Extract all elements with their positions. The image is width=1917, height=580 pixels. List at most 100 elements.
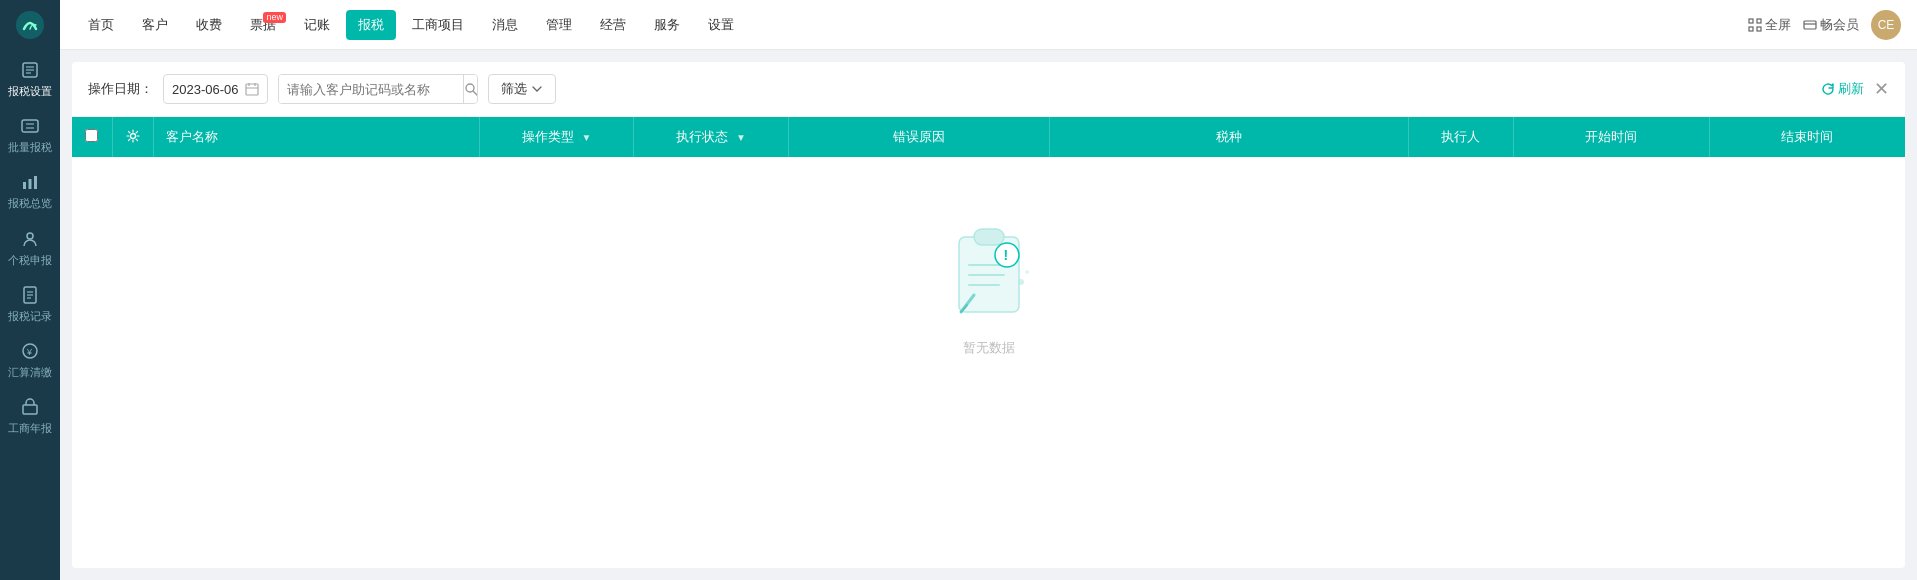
nav-item-settings[interactable]: 设置: [696, 10, 746, 40]
table-header-row: 客户名称 操作类型 ▼ 执行状态 ▼ 错误原因: [72, 117, 1905, 157]
svg-point-0: [16, 11, 44, 39]
date-label: 操作日期：: [88, 80, 153, 98]
nav-items: 首页 客户 收费 票据 new 记账 报税 工商项目 消息 管理 经营 服务 设…: [76, 10, 1748, 40]
filter-button[interactable]: 筛选: [488, 74, 556, 104]
refresh-button[interactable]: 刷新: [1821, 80, 1864, 98]
main-area: 首页 客户 收费 票据 new 记账 报税 工商项目 消息 管理 经营 服务 设…: [60, 0, 1917, 580]
nav-item-home[interactable]: 首页: [76, 10, 126, 40]
sidebar-item-tax-settings[interactable]: 报税设置: [0, 50, 60, 106]
svg-rect-21: [1749, 27, 1753, 31]
th-checkbox[interactable]: [72, 117, 112, 157]
nav-item-accounts[interactable]: 记账: [292, 10, 342, 40]
svg-point-42: [1025, 270, 1029, 274]
sidebar-item-annual-report-label: 工商年报: [8, 422, 52, 435]
search-wrap: [278, 74, 478, 104]
refresh-icon: [1821, 82, 1835, 96]
settings-icon: [125, 128, 141, 144]
nav-item-billing[interactable]: 收费: [184, 10, 234, 40]
refresh-label: 刷新: [1838, 80, 1864, 98]
nav-item-operations[interactable]: 经营: [588, 10, 638, 40]
tax-overview-icon: [18, 170, 42, 194]
search-input[interactable]: [279, 75, 463, 103]
svg-rect-20: [1757, 19, 1761, 23]
sidebar-item-tax-overview[interactable]: 报税总览: [0, 162, 60, 218]
topnav-right: 全屏 畅会员 CE: [1748, 10, 1901, 40]
nav-item-business[interactable]: 工商项目: [400, 10, 476, 40]
th-tax-type: 税种: [1049, 117, 1408, 157]
invoice-badge: new: [263, 12, 286, 23]
content-panel: 操作日期： 2023-06-06: [72, 62, 1905, 568]
table-wrap: 客户名称 操作类型 ▼ 执行状态 ▼ 错误原因: [72, 117, 1905, 568]
content: 操作日期： 2023-06-06: [60, 50, 1917, 580]
sidebar-item-tax-overview-label: 报税总览: [8, 197, 52, 210]
empty-text: 暂无数据: [963, 339, 1015, 357]
sidebar-item-tax-settings-label: 报税设置: [8, 85, 52, 98]
nav-item-services[interactable]: 服务: [642, 10, 692, 40]
close-button[interactable]: ✕: [1874, 80, 1889, 98]
topnav: 首页 客户 收费 票据 new 记账 报税 工商项目 消息 管理 经营 服务 设…: [60, 0, 1917, 50]
th-settings[interactable]: [112, 117, 153, 157]
svg-rect-9: [29, 179, 32, 189]
th-end-time: 结束时间: [1709, 117, 1905, 157]
svg-rect-8: [23, 182, 26, 189]
search-icon: [464, 82, 478, 96]
user-avatar[interactable]: CE: [1871, 10, 1901, 40]
tax-settings-icon: [18, 58, 42, 82]
th-error-reason: 错误原因: [788, 117, 1049, 157]
sidebar-item-personal-tax[interactable]: 个税申报: [0, 219, 60, 275]
fullscreen-label: 全屏: [1765, 16, 1791, 34]
member-btn[interactable]: 畅会员: [1803, 16, 1859, 34]
svg-text:!: !: [1003, 247, 1008, 263]
sidebar-logo: [0, 0, 60, 50]
th-exec-status[interactable]: 执行状态 ▼: [634, 117, 788, 157]
nav-item-tax[interactable]: 报税: [346, 10, 396, 40]
empty-illustration: !: [939, 217, 1039, 327]
svg-rect-10: [34, 176, 37, 189]
chevron-down-icon: [531, 83, 543, 95]
sidebar-item-personal-tax-label: 个税申报: [8, 254, 52, 267]
fullscreen-btn[interactable]: 全屏: [1748, 16, 1791, 34]
svg-text:¥: ¥: [26, 347, 33, 357]
sidebar: 报税设置 批量报税 报税总览 个税申报: [0, 0, 60, 580]
sidebar-item-annual-report[interactable]: 工商年报: [0, 387, 60, 443]
nav-item-messages[interactable]: 消息: [480, 10, 530, 40]
sidebar-item-batch-tax-label: 批量报税: [8, 141, 52, 154]
search-button[interactable]: [463, 75, 478, 103]
svg-point-41: [1018, 279, 1024, 285]
select-all-checkbox[interactable]: [85, 129, 98, 142]
settlement-icon: ¥: [18, 339, 42, 363]
personal-tax-icon: [18, 227, 42, 251]
svg-rect-18: [23, 405, 37, 414]
date-picker[interactable]: 2023-06-06: [163, 74, 268, 104]
operation-type-sort-icon: ▼: [582, 132, 592, 143]
filter-label: 筛选: [501, 80, 527, 98]
svg-rect-33: [974, 229, 1004, 245]
th-customer-name: 客户名称: [153, 117, 480, 157]
sidebar-item-batch-tax[interactable]: 批量报税: [0, 106, 60, 162]
svg-rect-22: [1757, 27, 1761, 31]
annual-report-icon: [18, 395, 42, 419]
svg-rect-23: [1804, 21, 1816, 29]
batch-tax-icon: [18, 114, 42, 138]
th-start-time: 开始时间: [1513, 117, 1709, 157]
empty-state: ! 暂无数据: [72, 157, 1905, 417]
sidebar-item-settlement-label: 汇算清缴: [8, 366, 52, 379]
data-table: 客户名称 操作类型 ▼ 执行状态 ▼ 错误原因: [72, 117, 1905, 157]
toolbar: 操作日期： 2023-06-06: [72, 62, 1905, 117]
sidebar-item-settlement[interactable]: ¥ 汇算清缴: [0, 331, 60, 387]
nav-item-invoice[interactable]: 票据 new: [238, 10, 288, 40]
svg-point-31: [130, 133, 135, 138]
calendar-icon: [245, 82, 259, 96]
th-operation-type[interactable]: 操作类型 ▼: [480, 117, 634, 157]
nav-item-management[interactable]: 管理: [534, 10, 584, 40]
sidebar-item-tax-records[interactable]: 报税记录: [0, 275, 60, 331]
exec-status-sort-icon: ▼: [736, 132, 746, 143]
svg-rect-25: [246, 84, 258, 95]
date-value: 2023-06-06: [172, 82, 239, 97]
sidebar-item-tax-records-label: 报税记录: [8, 310, 52, 323]
member-label: 畅会员: [1820, 16, 1859, 34]
svg-point-11: [27, 233, 33, 239]
fullscreen-icon: [1748, 18, 1762, 32]
nav-item-customer[interactable]: 客户: [130, 10, 180, 40]
svg-rect-5: [22, 120, 38, 132]
